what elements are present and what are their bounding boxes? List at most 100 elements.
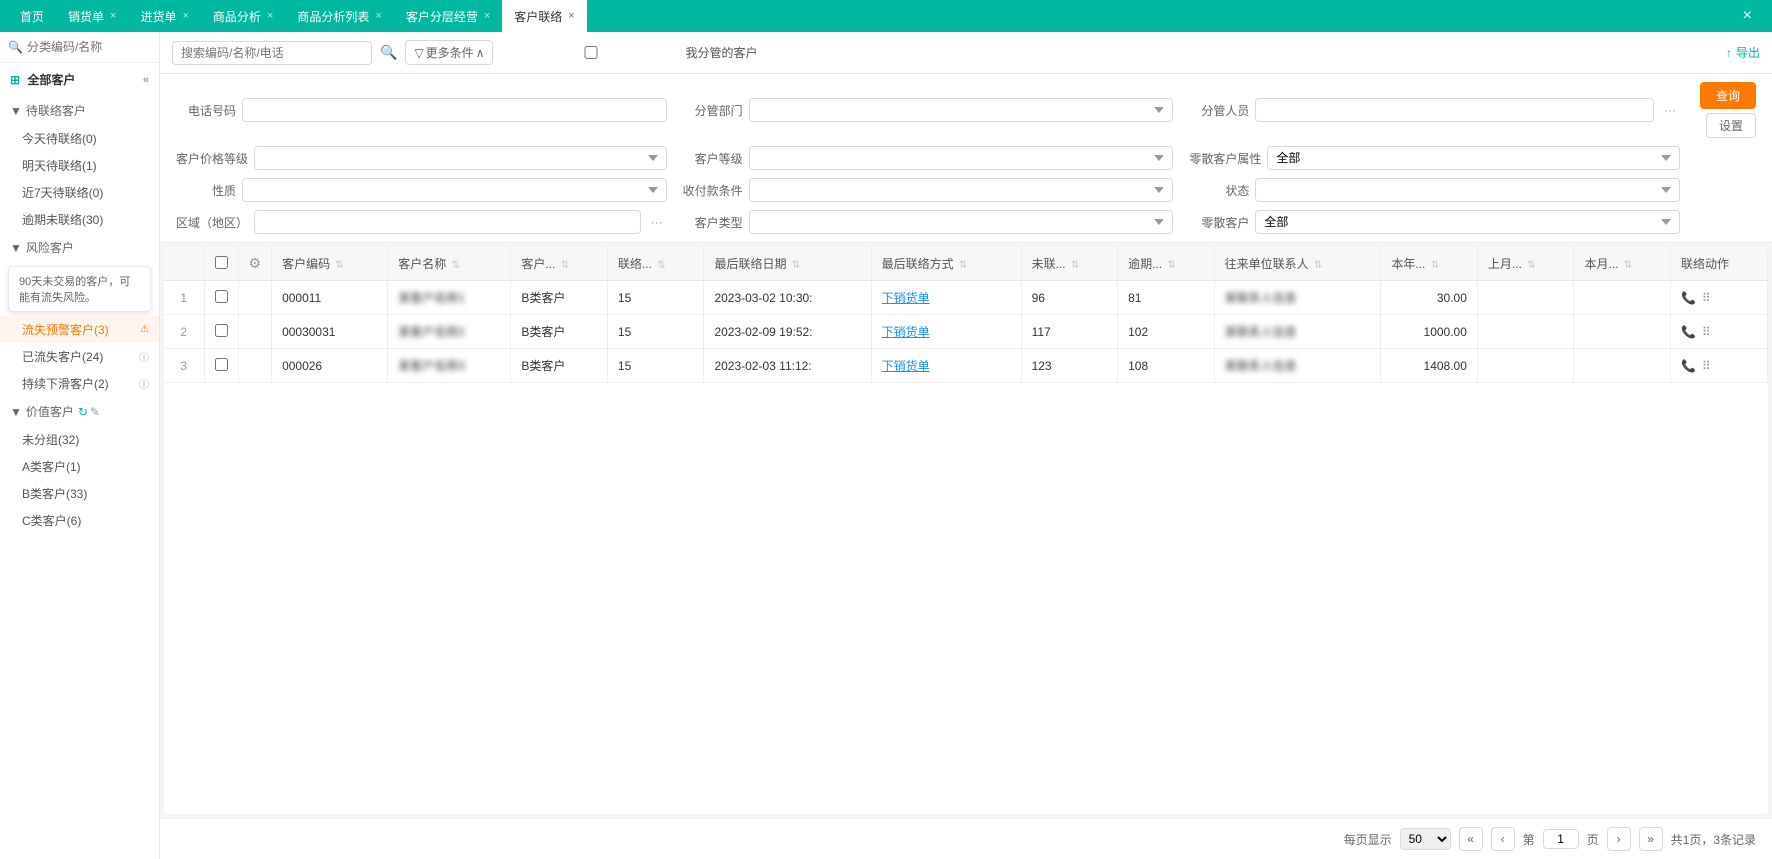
nav-sales-order[interactable]: 销货单 ×	[56, 0, 128, 32]
cell-last-method-2[interactable]: 下销货单	[871, 349, 1021, 383]
dept-select[interactable]	[749, 98, 1174, 122]
cell-unit-contact-0: 某联系人信息	[1214, 281, 1381, 315]
more-actions-icon-1[interactable]: ⠿	[1702, 325, 1711, 339]
settings-gear-icon[interactable]: ⚙	[249, 255, 262, 271]
cell-last-date-0: 2023-03-02 10:30:	[704, 281, 871, 315]
edit-icon[interactable]: ✎	[90, 405, 100, 419]
nav-product-analysis-list[interactable]: 商品分析列表 ×	[285, 0, 393, 32]
my-customers-checkbox-label[interactable]: 我分管的客户	[501, 44, 757, 61]
my-customers-checkbox[interactable]	[501, 46, 681, 59]
cell-checkbox-1[interactable]	[204, 315, 238, 349]
refresh-icon[interactable]: ↻	[78, 405, 88, 419]
nav-home[interactable]: 首页	[8, 0, 56, 32]
customer-type-select[interactable]	[749, 210, 1174, 234]
sidebar-all-customers[interactable]: ⊞ 全部客户 «	[0, 63, 159, 96]
sort-name-icon[interactable]: ⇅	[452, 260, 460, 271]
sidebar-group-value[interactable]: ▼ 价值客户 ↻ ✎	[0, 397, 159, 426]
search-button[interactable]: 🔍	[380, 44, 397, 61]
payment-select[interactable]	[749, 178, 1174, 202]
sort-this-month-icon[interactable]: ⇅	[1624, 260, 1632, 271]
last-page-button[interactable]: »	[1639, 827, 1663, 851]
nature-select[interactable]	[242, 178, 667, 202]
sidebar-item-class-b[interactable]: B类客户(33)	[0, 480, 159, 507]
sort-last-method-icon[interactable]: ⇅	[959, 260, 967, 271]
sort-last-month-icon[interactable]: ⇅	[1527, 260, 1535, 271]
region-input[interactable]	[254, 210, 641, 234]
sidebar-item-ungrouped[interactable]: 未分组(32)	[0, 426, 159, 453]
manager-more-btn[interactable]: ···	[1660, 103, 1680, 117]
sort-code-icon[interactable]: ⇅	[335, 260, 343, 271]
sidebar-item-tomorrow[interactable]: 明天待联络(1)	[0, 152, 159, 179]
sort-type-icon[interactable]: ⇅	[561, 260, 569, 271]
filter-phone: 电话号码	[176, 98, 667, 122]
setting-button[interactable]: 设置	[1706, 113, 1756, 138]
price-level-select[interactable]	[254, 146, 667, 170]
retail-attr-select[interactable]: 全部	[1267, 146, 1680, 170]
sidebar-item-declining[interactable]: 持续下滑客户(2) ⓘ	[0, 370, 159, 397]
nav-customer-segments[interactable]: 客户分层经营 ×	[394, 0, 502, 32]
cell-checkbox-0[interactable]	[204, 281, 238, 315]
next-page-button[interactable]: ›	[1607, 827, 1631, 851]
contact-phone-icon-1[interactable]: 📞	[1681, 325, 1696, 339]
customer-level-select[interactable]	[749, 146, 1174, 170]
page-number-input[interactable]	[1543, 829, 1579, 849]
per-page-select[interactable]: 50 20 100	[1400, 828, 1451, 850]
prev-page-button[interactable]: ‹	[1491, 827, 1515, 851]
manager-input[interactable]	[1255, 98, 1654, 122]
sort-not-contacted-icon[interactable]: ⇅	[1071, 260, 1079, 271]
query-button[interactable]: 查询	[1700, 82, 1756, 109]
region-more-btn[interactable]: ···	[647, 215, 667, 229]
status-select[interactable]	[1255, 178, 1680, 202]
close-purchase-order-icon[interactable]: ×	[182, 10, 188, 22]
sort-contact-icon[interactable]: ⇅	[657, 260, 665, 271]
close-product-analysis-icon[interactable]: ×	[267, 10, 273, 22]
row-checkbox-1[interactable]	[215, 324, 228, 337]
sidebar-item-overdue[interactable]: 逾期未联络(30)	[0, 206, 159, 233]
close-sales-order-icon[interactable]: ×	[110, 10, 116, 22]
sidebar-item-week[interactable]: 近7天待联络(0)	[0, 179, 159, 206]
nav-purchase-order[interactable]: 进货单 ×	[128, 0, 200, 32]
cell-this-year-1: 1000.00	[1381, 315, 1478, 349]
col-select-all[interactable]	[204, 247, 238, 281]
sidebar-item-churned[interactable]: 已流失客户(24) ⓘ	[0, 343, 159, 370]
row-checkbox-2[interactable]	[215, 358, 228, 371]
export-button[interactable]: ↑ 导出	[1726, 44, 1760, 61]
cell-checkbox-2[interactable]	[204, 349, 238, 383]
phone-input[interactable]	[242, 98, 667, 122]
sort-last-date-icon[interactable]: ⇅	[792, 260, 800, 271]
sidebar-group-risk[interactable]: ▼ 风险客户	[0, 233, 159, 262]
close-product-analysis-list-icon[interactable]: ×	[375, 10, 381, 22]
contact-phone-icon-0[interactable]: 📞	[1681, 291, 1696, 305]
select-all-checkbox[interactable]	[215, 256, 228, 269]
window-close-button[interactable]: ×	[1731, 7, 1764, 25]
close-customer-segments-icon[interactable]: ×	[484, 10, 490, 22]
cell-last-method-0[interactable]: 下销货单	[871, 281, 1021, 315]
nav-customer-contact[interactable]: 客户联络 ×	[502, 0, 586, 32]
sidebar-item-class-c[interactable]: C类客户(6)	[0, 507, 159, 534]
cell-action-0: 📞 ⠿	[1670, 281, 1767, 315]
sidebar-item-today[interactable]: 今天待联络(0)	[0, 125, 159, 152]
sidebar-search-input[interactable]	[27, 40, 160, 54]
sort-overdue-icon[interactable]: ⇅	[1167, 260, 1175, 271]
sidebar-item-churn-warning[interactable]: 流失预警客户(3) ⚠	[0, 316, 159, 343]
cell-last-method-1[interactable]: 下销货单	[871, 315, 1021, 349]
more-conditions-button[interactable]: ▽ 更多条件 ∧	[405, 40, 493, 65]
more-actions-icon-2[interactable]: ⠿	[1702, 359, 1711, 373]
main-layout: 🔍 ⊞ 全部客户 « ▼ 待联络客户 今天待联络(0) 明天待联络(1) 近7天…	[0, 32, 1772, 859]
first-page-button[interactable]: «	[1459, 827, 1483, 851]
cell-not-contacted-1: 117	[1021, 315, 1118, 349]
sidebar-search-icon: 🔍	[8, 40, 23, 54]
more-actions-icon-0[interactable]: ⠿	[1702, 291, 1711, 305]
sort-this-year-icon[interactable]: ⇅	[1431, 260, 1439, 271]
sort-unit-contact-icon[interactable]: ⇅	[1314, 260, 1322, 271]
contact-phone-icon-2[interactable]: 📞	[1681, 359, 1696, 373]
nav-product-analysis[interactable]: 商品分析 ×	[201, 0, 285, 32]
close-customer-contact-icon[interactable]: ×	[568, 10, 574, 22]
col-settings[interactable]: ⚙	[238, 247, 272, 281]
search-input[interactable]	[172, 41, 372, 65]
sidebar-group-pending[interactable]: ▼ 待联络客户	[0, 96, 159, 125]
cell-settings-0	[238, 281, 272, 315]
row-checkbox-0[interactable]	[215, 290, 228, 303]
sidebar-item-class-a[interactable]: A类客户(1)	[0, 453, 159, 480]
retail-customer-select[interactable]: 全部	[1255, 210, 1680, 234]
